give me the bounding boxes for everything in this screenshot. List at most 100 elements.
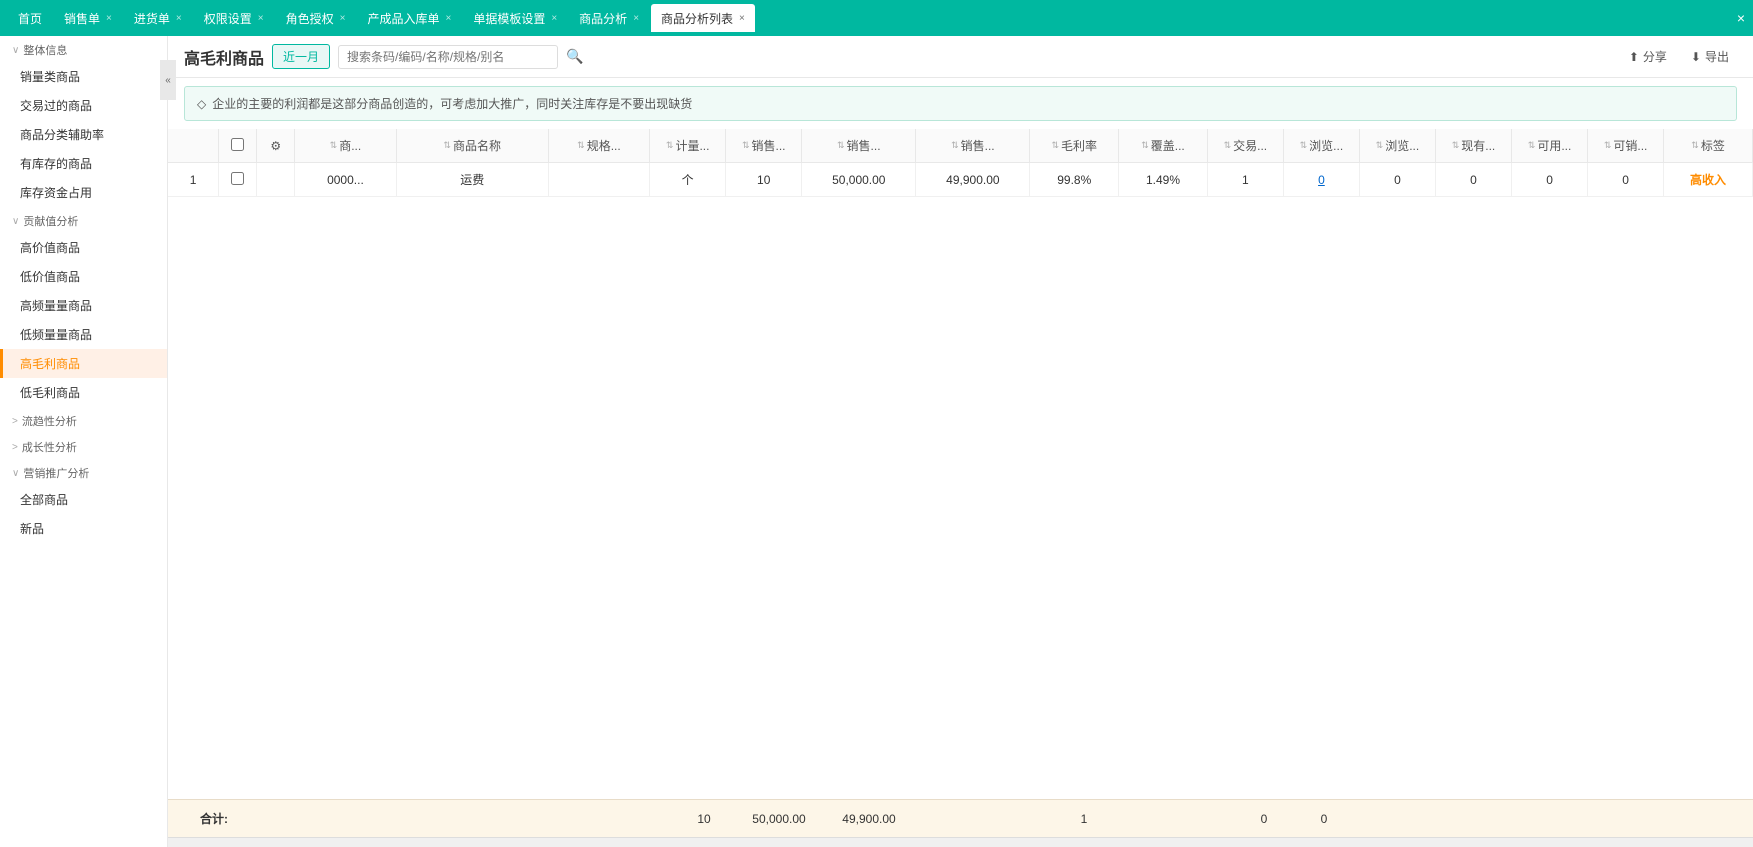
cell-cover: 1.49% <box>1119 163 1208 197</box>
nav-tab-permission[interactable]: 权限设置× <box>194 4 274 32</box>
sort-icon-tag: ⇅ <box>1691 140 1699 151</box>
settings-icon[interactable]: ⚙ <box>270 139 281 153</box>
tab-close-purchase[interactable]: × <box>176 13 182 24</box>
sidebar-group-title-growth[interactable]: > 成长性分析 <box>0 433 167 459</box>
select-all-checkbox[interactable] <box>231 138 244 151</box>
nav-tab-home[interactable]: 首页 <box>8 4 52 32</box>
col-header-name[interactable]: ⇅商品名称 <box>396 129 548 163</box>
cell-sales_profit: 49,900.00 <box>916 163 1030 197</box>
sort-icon-browse1: ⇅ <box>1300 140 1308 151</box>
search-input[interactable] <box>338 45 558 69</box>
col-header-gross_rate[interactable]: ⇅毛利率 <box>1030 129 1119 163</box>
col-header-code[interactable]: ⇅商... <box>295 129 396 163</box>
nav-tab-role[interactable]: 角色授权× <box>276 4 356 32</box>
info-icon: ◇ <box>197 97 206 111</box>
close-all-button[interactable]: × <box>1737 10 1745 26</box>
sidebar: ∨ 整体信息销量类商品交易过的商品商品分类辅助率有库存的商品库存资金占用∨ 贡献… <box>0 36 168 847</box>
cell-stock1: 0 <box>1435 163 1511 197</box>
cell-stock3: 0 <box>1588 163 1664 197</box>
col-header-sales_qty[interactable]: ⇅销售... <box>726 129 802 163</box>
sort-icon-trade: ⇅ <box>1224 140 1232 151</box>
sidebar-group-trend: > 流趋性分析 <box>0 407 167 433</box>
sidebar-item-in-stock[interactable]: 有库存的商品 <box>0 149 167 178</box>
nav-tab-stock-in[interactable]: 产成品入库单× <box>357 4 461 32</box>
sidebar-item-traded[interactable]: 交易过的商品 <box>0 91 167 120</box>
footer-sales-amt: 50,000.00 <box>734 812 824 826</box>
col-header-sales_amt[interactable]: ⇅销售... <box>802 129 916 163</box>
sidebar-group-marketing: ∨ 营销推广分析全部商品新品 <box>0 459 167 543</box>
sort-icon-stock3: ⇅ <box>1604 140 1612 151</box>
tab-close-template[interactable]: × <box>551 13 557 24</box>
sidebar-group-title-overall[interactable]: ∨ 整体信息 <box>0 36 167 62</box>
footer-stock1: 0 <box>1234 812 1294 826</box>
sidebar-item-low-value[interactable]: 低价值商品 <box>0 262 167 291</box>
info-text: 企业的主要的利润都是这部分商品创造的，可考虑加大推广，同时关注库存是不要出现缺货 <box>212 95 692 112</box>
sidebar-item-stock-capital[interactable]: 库存资金占用 <box>0 178 167 207</box>
col-header-spec[interactable]: ⇅规格... <box>548 129 649 163</box>
page-title: 高毛利商品 <box>184 45 264 69</box>
sidebar-item-high-freq[interactable]: 高频量量商品 <box>0 291 167 320</box>
col-header-cover[interactable]: ⇅覆盖... <box>1119 129 1208 163</box>
info-bar: ◇ 企业的主要的利润都是这部分商品创造的，可考虑加大推广，同时关注库存是不要出现… <box>184 86 1737 121</box>
tab-close-analysis-list[interactable]: × <box>739 13 745 24</box>
cell-code: 0000... <box>295 163 396 197</box>
col-header-trade[interactable]: ⇅交易... <box>1207 129 1283 163</box>
table-row: 10000...运费个1050,000.0049,900.0099.8%1.49… <box>168 163 1753 197</box>
col-header-settings[interactable]: ⚙ <box>257 129 295 163</box>
col-header-unit[interactable]: ⇅计量... <box>650 129 726 163</box>
nav-tab-analysis-list[interactable]: 商品分析列表 × <box>651 4 755 32</box>
sidebar-item-new-products[interactable]: 新品 <box>0 514 167 543</box>
sort-icon-gross_rate: ⇅ <box>1051 140 1059 151</box>
sidebar-group-title-trend[interactable]: > 流趋性分析 <box>0 407 167 433</box>
sort-icon-sales_amt: ⇅ <box>837 140 845 151</box>
row-checkbox[interactable] <box>231 172 244 185</box>
sort-icon-browse2: ⇅ <box>1376 140 1384 151</box>
col-header-stock3[interactable]: ⇅可销... <box>1588 129 1664 163</box>
sidebar-item-high-margin[interactable]: 高毛利商品 <box>0 349 167 378</box>
footer-stock2: 0 <box>1294 812 1354 826</box>
sidebar-item-all-products[interactable]: 全部商品 <box>0 485 167 514</box>
col-header-check <box>219 129 257 163</box>
col-header-stock2[interactable]: ⇅可用... <box>1512 129 1588 163</box>
tag-label: 高收入 <box>1690 173 1726 187</box>
sort-icon-spec: ⇅ <box>577 140 585 151</box>
browse-link[interactable]: 0 <box>1318 173 1325 187</box>
filter-button[interactable]: 近一月 <box>272 44 330 69</box>
sidebar-item-high-value[interactable]: 高价值商品 <box>0 233 167 262</box>
sidebar-group-profitability: ∨ 贡献值分析高价值商品低价值商品高频量量商品低频量量商品高毛利商品低毛利商品 <box>0 207 167 407</box>
col-header-sales_profit[interactable]: ⇅销售... <box>916 129 1030 163</box>
sidebar-item-low-margin[interactable]: 低毛利商品 <box>0 378 167 407</box>
cell-spec <box>548 163 649 197</box>
bottom-scrollbar[interactable] <box>168 837 1753 847</box>
search-button[interactable]: 🔍 <box>566 48 583 65</box>
sidebar-group-title-profitability[interactable]: ∨ 贡献值分析 <box>0 207 167 233</box>
footer-sales-qty: 10 <box>674 812 734 826</box>
tab-close-sales[interactable]: × <box>106 13 112 24</box>
nav-tab-template[interactable]: 单据模板设置× <box>463 4 567 32</box>
tab-close-permission[interactable]: × <box>258 13 264 24</box>
tab-close-analysis[interactable]: × <box>633 13 639 24</box>
col-header-browse1[interactable]: ⇅浏览... <box>1283 129 1359 163</box>
nav-tab-analysis[interactable]: 商品分析× <box>569 4 649 32</box>
col-header-browse2[interactable]: ⇅浏览... <box>1359 129 1435 163</box>
col-header-tag[interactable]: ⇅标签 <box>1664 129 1753 163</box>
cell-sales_qty: 10 <box>726 163 802 197</box>
sidebar-item-analysis-assist[interactable]: 商品分类辅助率 <box>0 120 167 149</box>
share-button[interactable]: ⬆ 分享 <box>1621 44 1675 69</box>
sort-icon-code: ⇅ <box>330 140 338 151</box>
nav-tab-purchase[interactable]: 进货单× <box>124 4 192 32</box>
nav-tab-sales[interactable]: 销售单× <box>54 4 122 32</box>
col-header-stock1[interactable]: ⇅现有... <box>1435 129 1511 163</box>
cell-browse2: 0 <box>1359 163 1435 197</box>
col-header-num <box>168 129 219 163</box>
content-area: 高毛利商品 近一月 🔍 ⬆ 分享 ⬇ 导出 ◇ 企业的主要的利润都是这部分商品创… <box>168 36 1753 847</box>
sidebar-item-low-freq[interactable]: 低频量量商品 <box>0 320 167 349</box>
sidebar-item-sales-ranking[interactable]: 销量类商品 <box>0 62 167 91</box>
tab-close-stock-in[interactable]: × <box>445 13 451 24</box>
sort-icon-sales_qty: ⇅ <box>742 140 750 151</box>
export-button[interactable]: ⬇ 导出 <box>1683 44 1737 69</box>
tab-close-role[interactable]: × <box>340 13 346 24</box>
sidebar-group-title-marketing[interactable]: ∨ 营销推广分析 <box>0 459 167 485</box>
sidebar-collapse-button[interactable]: « <box>160 60 176 100</box>
table-container: ⚙⇅商...⇅商品名称⇅规格...⇅计量...⇅销售...⇅销售...⇅销售..… <box>168 129 1753 799</box>
